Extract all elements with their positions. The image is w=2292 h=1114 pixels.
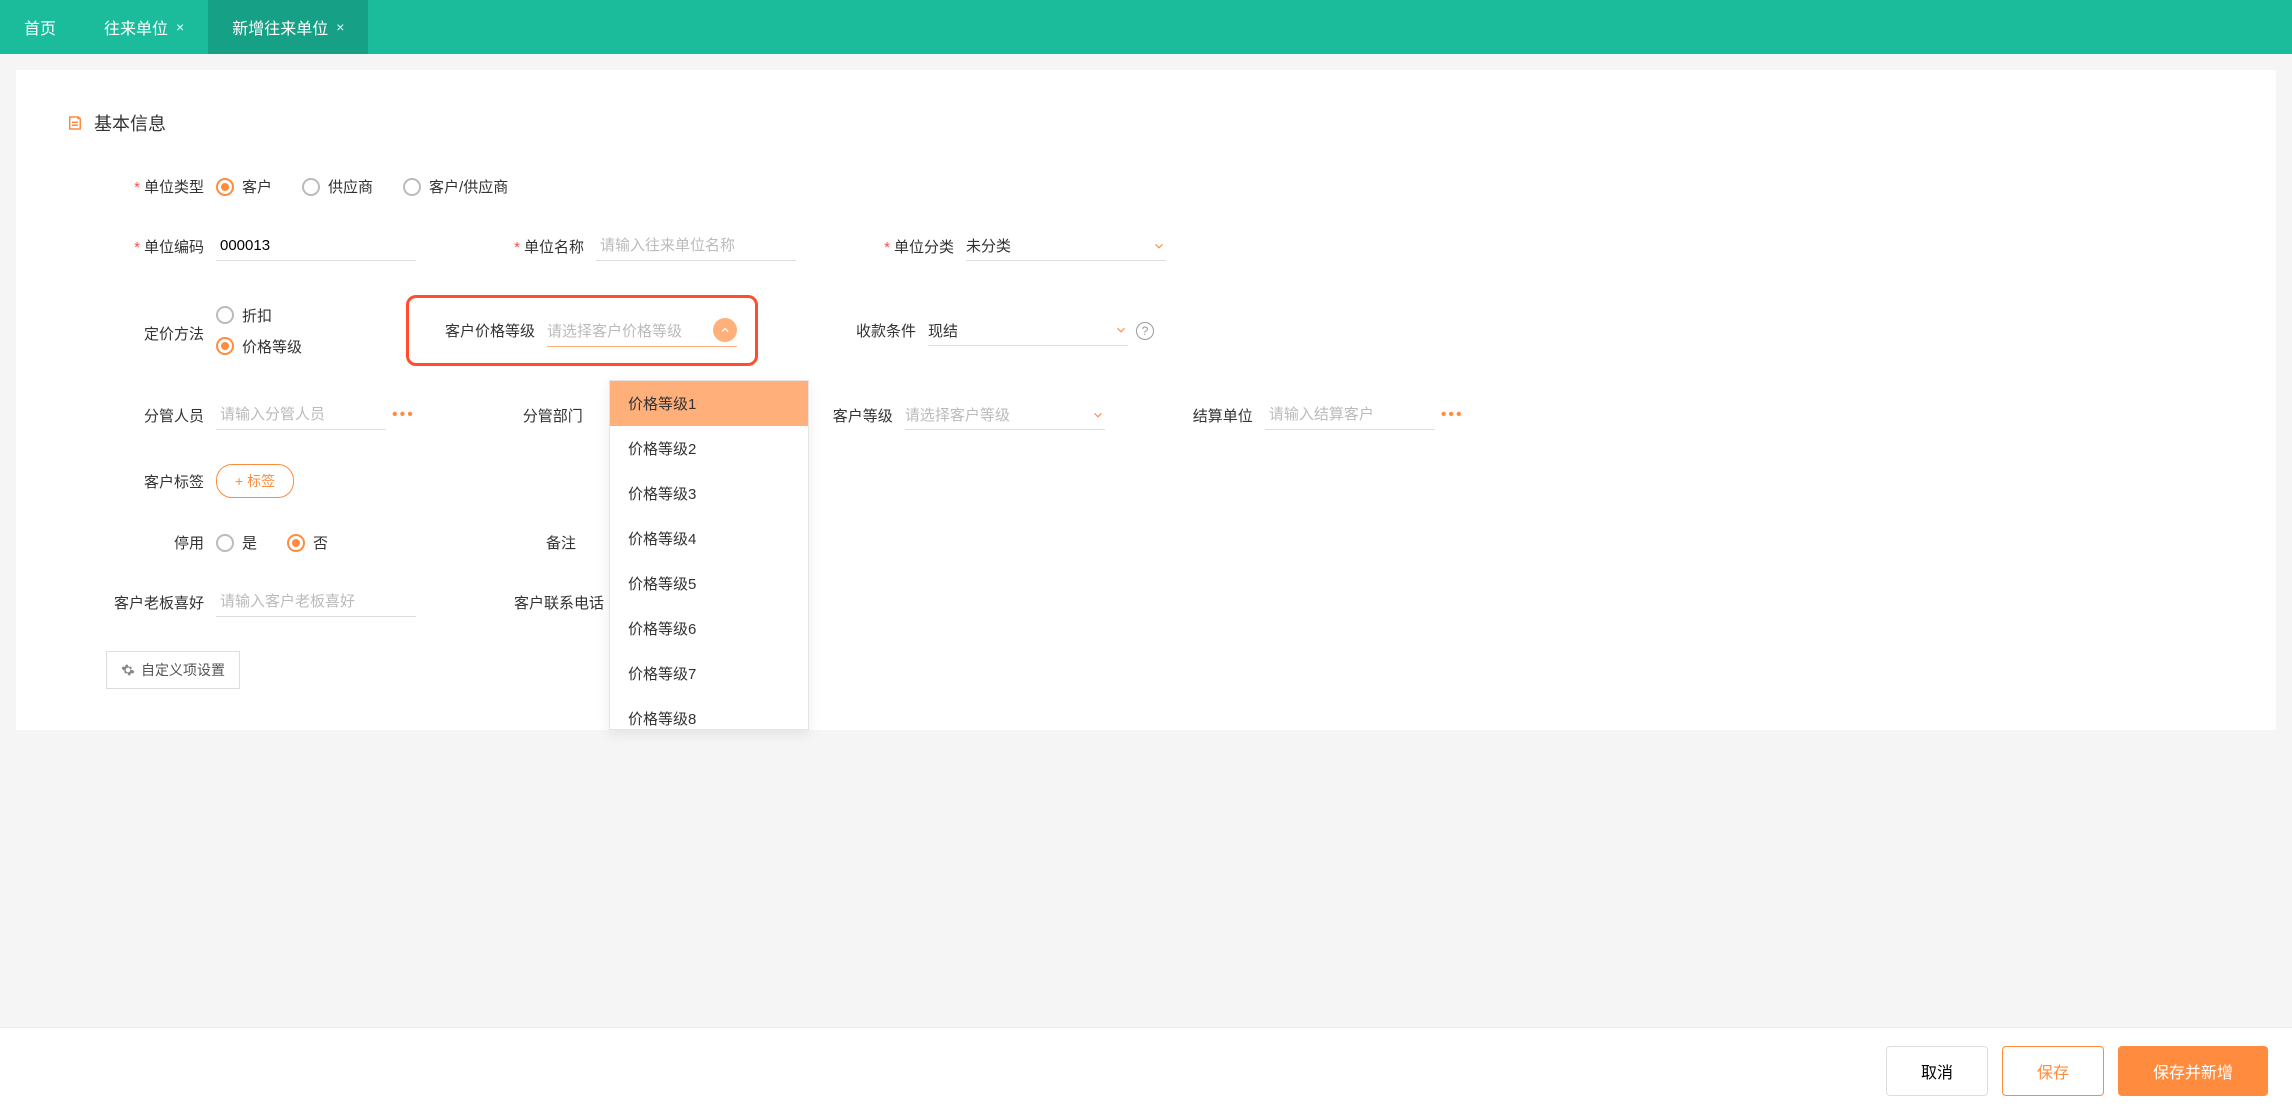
dropdown-option[interactable]: 价格等级6 (610, 606, 808, 651)
label-staff: 分管人员 (86, 405, 216, 426)
radio-both[interactable]: 客户/供应商 (403, 176, 508, 197)
label-pricing-method: 定价方法 (86, 305, 216, 344)
label-payment-terms: 收款条件 (828, 320, 928, 341)
tab-label: 新增往来单位 (232, 15, 328, 39)
chevron-down-icon (1091, 408, 1105, 422)
radio-disabled-yes[interactable]: 是 (216, 532, 257, 553)
tabs-bar: 首页 往来单位 × 新增往来单位 × (0, 0, 2292, 54)
gear-icon (121, 663, 135, 677)
customer-level-select[interactable]: 请选择客户等级 (905, 400, 1105, 430)
chevron-up-icon (713, 318, 737, 342)
tab-label: 往来单位 (104, 15, 168, 39)
settle-unit-input[interactable] (1265, 400, 1435, 430)
unit-name-input[interactable] (596, 231, 796, 261)
dropdown-option[interactable]: 价格等级8 (610, 696, 808, 730)
dropdown-option[interactable]: 价格等级3 (610, 471, 808, 516)
form-panel: 基本信息 *单位类型 客户 供应商 客户/供应商 *单位编码 *单位名称 *单位… (16, 70, 2276, 730)
more-icon[interactable]: ••• (1441, 406, 1464, 424)
boss-pref-input[interactable] (216, 587, 416, 617)
dropdown-option[interactable]: 价格等级4 (610, 516, 808, 561)
price-level-highlight: 客户价格等级 请选择客户价格等级 (406, 295, 758, 366)
more-icon[interactable]: ••• (392, 406, 415, 424)
footer-bar: 取消 保存 保存并新增 (0, 1027, 2292, 1114)
close-icon[interactable]: × (336, 19, 344, 35)
label-customer-level: 客户等级 (805, 405, 905, 426)
radio-disabled-no[interactable]: 否 (287, 532, 328, 553)
price-level-select[interactable]: 请选择客户价格等级 (547, 314, 737, 347)
custom-fields-button[interactable]: 自定义项设置 (106, 651, 240, 689)
chevron-down-icon (1152, 239, 1166, 253)
unit-code-input[interactable] (216, 231, 416, 261)
label-remark: 备注 (478, 532, 588, 553)
label-unit-name: *单位名称 (486, 236, 596, 257)
tab-new-contact[interactable]: 新增往来单位 × (208, 0, 368, 54)
label-unit-category: *单位分类 (866, 236, 966, 257)
payment-terms-select[interactable]: 现结 (928, 316, 1128, 346)
label-settle-unit: 结算单位 (1175, 405, 1265, 426)
section-header: 基本信息 (66, 110, 2226, 136)
staff-input[interactable] (216, 400, 386, 430)
price-level-dropdown: 价格等级1 价格等级2 价格等级3 价格等级4 价格等级5 价格等级6 价格等级… (609, 380, 809, 730)
close-icon[interactable]: × (176, 19, 184, 35)
label-dept: 分管部门 (485, 405, 595, 426)
radio-customer[interactable]: 客户 (216, 176, 272, 197)
dropdown-option[interactable]: 价格等级1 (610, 381, 808, 426)
label-disabled: 停用 (86, 532, 216, 553)
save-button[interactable]: 保存 (2002, 1046, 2104, 1096)
cancel-button[interactable]: 取消 (1886, 1046, 1988, 1096)
help-icon[interactable]: ? (1136, 322, 1154, 340)
label-tags: 客户标签 (86, 471, 216, 492)
note-icon (66, 114, 84, 132)
label-unit-type: *单位类型 (86, 176, 216, 197)
section-title: 基本信息 (94, 110, 166, 136)
tab-label: 首页 (24, 15, 56, 39)
chevron-down-icon (1114, 323, 1128, 337)
tab-contacts[interactable]: 往来单位 × (80, 0, 208, 54)
tab-home[interactable]: 首页 (0, 0, 80, 54)
save-and-new-button[interactable]: 保存并新增 (2118, 1046, 2268, 1096)
unit-category-select[interactable]: 未分类 (966, 231, 1166, 261)
label-price-level: 客户价格等级 (427, 320, 547, 341)
label-contact-phone: 客户联系电话 (486, 592, 616, 613)
add-tag-button[interactable]: + 标签 (216, 464, 294, 498)
dropdown-option[interactable]: 价格等级2 (610, 426, 808, 471)
radio-price-level[interactable]: 价格等级 (216, 336, 302, 357)
dropdown-option[interactable]: 价格等级5 (610, 561, 808, 606)
radio-discount[interactable]: 折扣 (216, 305, 302, 326)
radio-supplier[interactable]: 供应商 (302, 176, 373, 197)
label-boss-pref: 客户老板喜好 (86, 592, 216, 613)
dropdown-option[interactable]: 价格等级7 (610, 651, 808, 696)
label-unit-code: *单位编码 (86, 236, 216, 257)
